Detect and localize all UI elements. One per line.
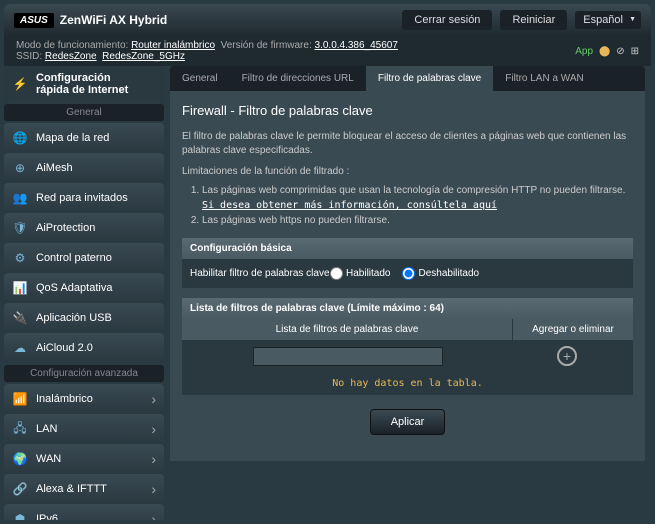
status-icon[interactable]: ⊞ (631, 46, 639, 57)
nav-label: AiCloud 2.0 (36, 342, 93, 354)
nav-item-control-paterno[interactable]: ⚙ Control paterno (4, 243, 164, 273)
nav-icon: 🌍 (12, 451, 28, 467)
nav-item-qos-adaptativa[interactable]: 📊 QoS Adaptativa (4, 273, 164, 303)
basic-config-header: Configuración básica (182, 238, 633, 259)
table-input-row: + (182, 340, 633, 372)
table-header: Lista de filtros de palabras clave Agreg… (182, 319, 633, 340)
notif-icon[interactable]: ⬤ (599, 46, 610, 57)
quicksetup-icon: ⚡ (12, 76, 28, 92)
ssid2-link[interactable]: RedesZone_5GHz (102, 51, 185, 62)
add-button[interactable]: + (557, 346, 577, 366)
quick-setup-button[interactable]: ⚡ Configuración rápida de Internet (4, 66, 164, 102)
ssid1-link[interactable]: RedesZone (45, 51, 97, 62)
limitation-item: Las páginas web https no pueden filtrars… (202, 213, 633, 228)
brand-logo: ASUS ZenWiFi AX Hybrid (14, 13, 167, 28)
limit1-link[interactable]: Si desea obtener más información, consúl… (202, 200, 497, 211)
nav-item-aplicaci-n-usb[interactable]: 🔌 Aplicación USB (4, 303, 164, 333)
app-badge[interactable]: App (575, 46, 593, 57)
nav-label: AiProtection (36, 222, 95, 234)
nav-item-aiprotection[interactable]: 🛡 AiProtection (4, 213, 164, 243)
nav-label: Aplicación USB (36, 312, 112, 324)
limitations-label: Limitaciones de la función de filtrado : (182, 166, 633, 177)
col-action: Agregar o eliminar (513, 319, 633, 340)
nav-label: WAN (36, 453, 61, 465)
mode-link[interactable]: Router inalámbrico (131, 40, 215, 51)
apply-button[interactable]: Aplicar (370, 409, 446, 435)
nav-icon: ⚙ (12, 250, 28, 266)
nav-item-alexa-ifttt[interactable]: 🔗 Alexa & IFTTT (4, 474, 164, 504)
nav-icon: 📶 (12, 391, 28, 407)
nav-icon: 🌐 (12, 130, 28, 146)
radio-disabled[interactable] (402, 267, 415, 280)
ssid-label: SSID: (16, 51, 42, 62)
quicksetup-line1: Configuración (36, 72, 128, 84)
language-select[interactable]: Español (575, 11, 641, 29)
limitation-item: Las páginas web comprimidas que usan la … (202, 183, 633, 213)
nav-item-wan[interactable]: 🌍 WAN (4, 444, 164, 474)
nav-label: Inalámbrico (36, 393, 93, 405)
wifi-icon[interactable]: ⊘ (616, 46, 624, 57)
nav-label: LAN (36, 423, 57, 435)
tab-filtro-lan-a-wan[interactable]: Filtro LAN a WAN (493, 66, 596, 91)
panel-title: Firewall - Filtro de palabras clave (182, 103, 633, 118)
limit1-text: Las páginas web comprimidas que usan la … (202, 185, 625, 196)
nav-item-inal-mbrico[interactable]: 📶 Inalámbrico (4, 384, 164, 414)
nav-icon: ⊕ (12, 160, 28, 176)
mode-label: Modo de funcionamiento: (16, 40, 128, 51)
content-area: GeneralFiltro de direcciones URLFiltro d… (164, 66, 651, 520)
top-bar: ASUS ZenWiFi AX Hybrid Cerrar sesión Rei… (4, 4, 651, 36)
info-bar: Modo de funcionamiento: Router inalámbri… (4, 36, 651, 66)
product-name: ZenWiFi AX Hybrid (60, 13, 167, 27)
nav-icon: 🖧 (12, 421, 28, 437)
nav-icon: 🛡 (12, 220, 28, 236)
nav-label: AiMesh (36, 162, 73, 174)
nav-item-aimesh[interactable]: ⊕ AiMesh (4, 153, 164, 183)
nav-label: QoS Adaptativa (36, 282, 112, 294)
reboot-button[interactable]: Reiniciar (500, 10, 567, 30)
nav-item-aicloud-2-0[interactable]: ☁ AiCloud 2.0 (4, 333, 164, 363)
keyword-input[interactable] (253, 347, 443, 366)
tab-bar: GeneralFiltro de direcciones URLFiltro d… (170, 66, 645, 91)
section-general-header: General (4, 104, 164, 121)
nav-item-ipv6[interactable]: ⬢ IPv6 (4, 504, 164, 520)
tab-filtro-de-palabras-clave[interactable]: Filtro de palabras clave (366, 66, 493, 91)
nav-label: Red para invitados (36, 192, 128, 204)
enable-row: Habilitar filtro de palabras clave Habil… (182, 259, 633, 288)
sidebar: ⚡ Configuración rápida de Internet Gener… (4, 66, 164, 520)
enable-label: Habilitar filtro de palabras clave (190, 268, 330, 279)
radio-enabled-label[interactable]: Habilitado (330, 267, 390, 280)
radio-enabled[interactable] (330, 267, 343, 280)
radio-disabled-label[interactable]: Deshabilitado (402, 267, 479, 280)
nav-item-mapa-de-la-red[interactable]: 🌐 Mapa de la red (4, 123, 164, 153)
quicksetup-line2: rápida de Internet (36, 84, 128, 96)
nav-item-lan[interactable]: 🖧 LAN (4, 414, 164, 444)
fw-link[interactable]: 3.0.0.4.386_45607 (315, 40, 398, 51)
nav-label: Control paterno (36, 252, 112, 264)
nav-icon: ⬢ (12, 511, 28, 520)
nav-icon: 📊 (12, 280, 28, 296)
radio-enabled-text: Habilitado (346, 268, 390, 279)
nav-icon: ☁ (12, 340, 28, 356)
nav-label: Alexa & IFTTT (36, 483, 107, 495)
nav-label: Mapa de la red (36, 132, 109, 144)
nav-icon: 👥 (12, 190, 28, 206)
limitations-list: Las páginas web comprimidas que usan la … (202, 183, 633, 228)
tab-general[interactable]: General (170, 66, 230, 91)
logout-button[interactable]: Cerrar sesión (402, 10, 492, 30)
brand-badge: ASUS (14, 13, 54, 28)
nav-label: IPv6 (36, 513, 58, 520)
col-list: Lista de filtros de palabras clave (182, 319, 513, 340)
radio-disabled-text: Deshabilitado (418, 268, 479, 279)
nav-icon: 🔗 (12, 481, 28, 497)
nav-icon: 🔌 (12, 310, 28, 326)
section-advanced-header: Configuración avanzada (4, 365, 164, 382)
fw-label: Versión de firmware: (221, 40, 312, 51)
list-header: Lista de filtros de palabras clave (Lími… (182, 298, 633, 319)
nav-item-red-para-invitados[interactable]: 👥 Red para invitados (4, 183, 164, 213)
panel-description: El filtro de palabras clave le permite b… (182, 130, 633, 158)
panel: Firewall - Filtro de palabras clave El f… (170, 91, 645, 461)
tab-filtro-de-direcciones-url[interactable]: Filtro de direcciones URL (230, 66, 366, 91)
no-data-message: No hay datos en la tabla. (182, 372, 633, 395)
